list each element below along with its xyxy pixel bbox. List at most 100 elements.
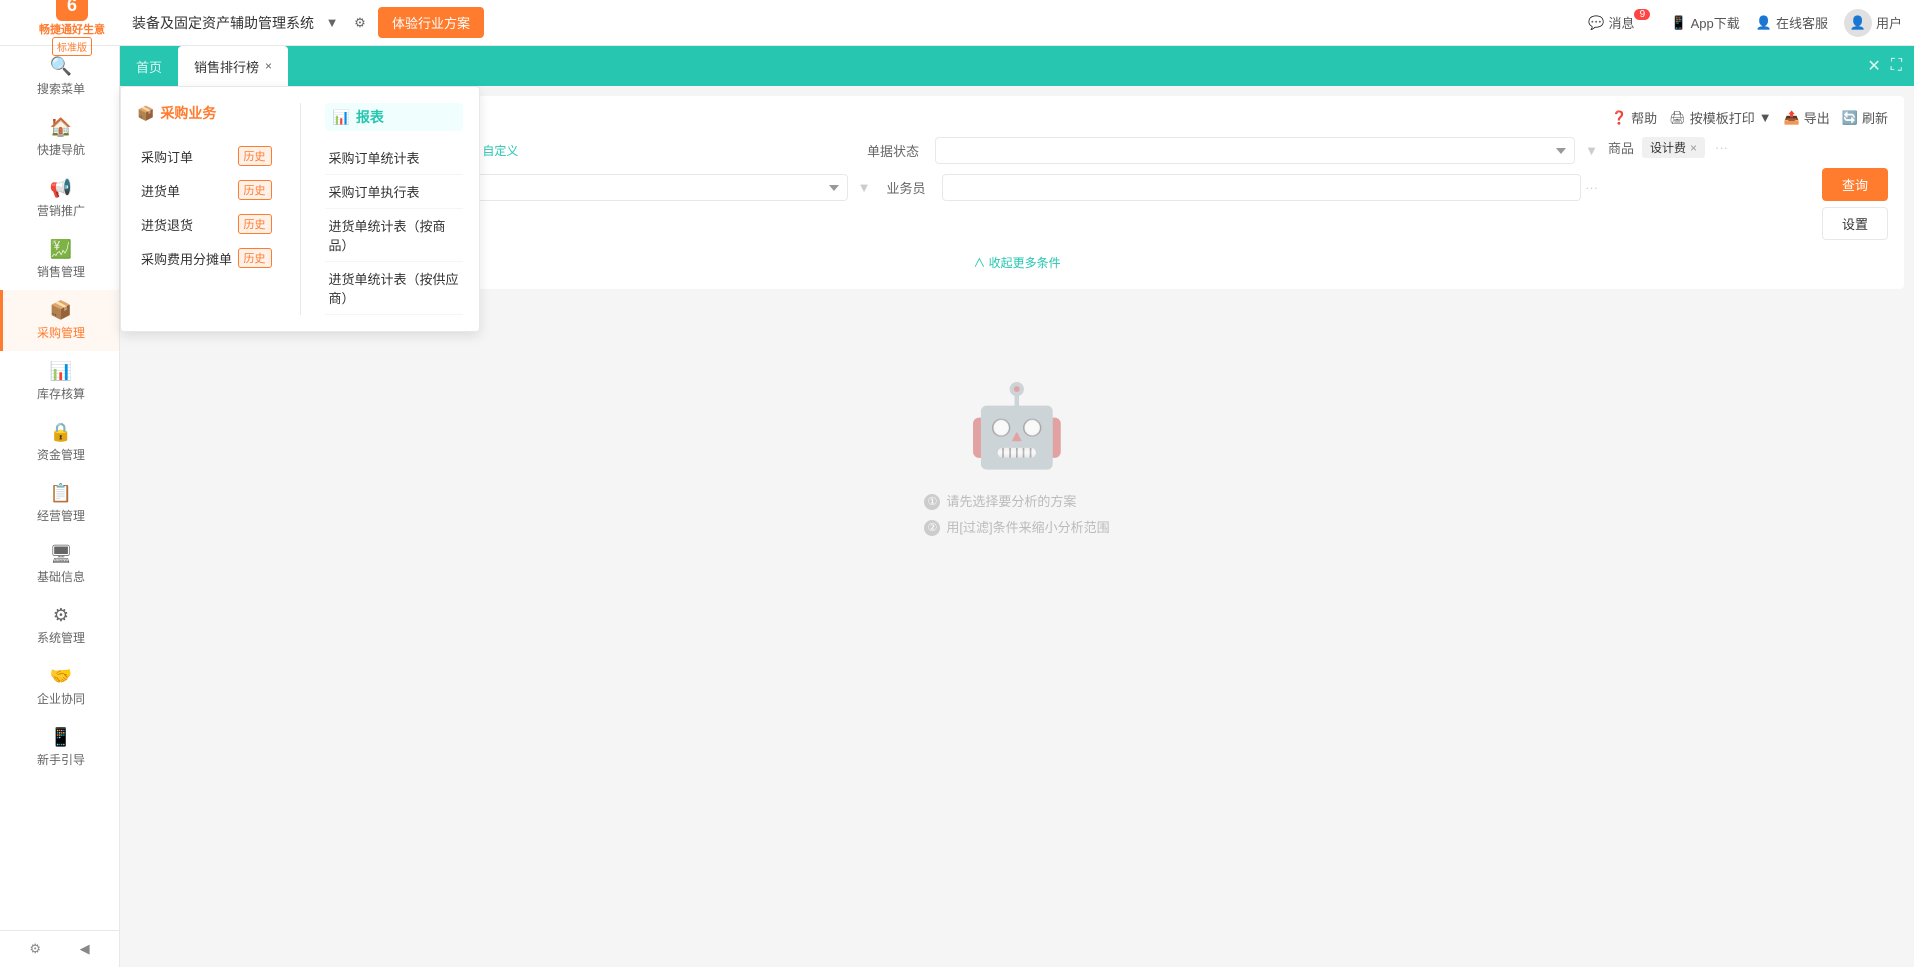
- sidebar-item-label: 搜索菜单: [37, 80, 85, 97]
- user-btn[interactable]: 👤 用户: [1844, 9, 1902, 37]
- goods-row: 商品 设计费 × ···: [1608, 137, 1822, 158]
- export-icon: 📤: [1784, 110, 1800, 126]
- doc-status-more-icon[interactable]: ▼: [1585, 143, 1598, 158]
- dropdown-arrow-icon[interactable]: ▼: [322, 13, 342, 33]
- tab-sales-rank[interactable]: 销售排行榜 ×: [178, 46, 288, 86]
- print-dropdown-icon[interactable]: ▼: [1759, 110, 1772, 125]
- doc-status-label: 单据状态: [867, 141, 919, 160]
- empty-state: 🤖 ① 请先选择要分析的方案 ② 用[过滤]条件来缩小分析范围: [130, 299, 1904, 621]
- topbar-center: 装备及固定资产辅助管理系统 ▼ ⚙ 体验行业方案: [132, 7, 1588, 38]
- sidebar-item-label: 资金管理: [37, 446, 85, 463]
- sidebar-item-label: 快捷导航: [37, 141, 85, 158]
- dropdown-divider: [300, 103, 301, 315]
- report-header-icon: 📊: [333, 109, 350, 126]
- sidebar-item-label: 基础信息: [37, 568, 85, 585]
- messages-btn[interactable]: 💬 消息 9: [1588, 13, 1654, 32]
- collapse-icon: ∧: [973, 256, 985, 270]
- sidebar-bottom: ⚙ ◀: [0, 930, 119, 967]
- sidebar-item-operations[interactable]: 📋 经营管理: [0, 473, 119, 534]
- sidebar-item-label: 采购管理: [37, 324, 85, 341]
- app-icon: 📱: [1670, 15, 1686, 31]
- sidebar-item-inventory[interactable]: 📊 库存核算: [0, 351, 119, 412]
- report-col-header: 📊 报表: [325, 103, 464, 131]
- dropdown-stock-stat-supplier[interactable]: 进货单统计表（按供应商）: [325, 262, 464, 315]
- print-btn[interactable]: 🖨 按模板打印 ▼: [1669, 108, 1771, 127]
- export-btn[interactable]: 📤 导出: [1784, 108, 1830, 127]
- goods-control: 设计费 × ···: [1642, 137, 1822, 158]
- refresh-btn[interactable]: 🔄 刷新: [1842, 108, 1888, 127]
- action-buttons: 查询 设置: [1822, 168, 1888, 240]
- refresh-icon: 🔄: [1842, 110, 1858, 126]
- tab-fullscreen-icon[interactable]: ⛶: [1891, 57, 1902, 75]
- sidebar-item-label: 营销推广: [37, 202, 85, 219]
- topbar: 6 畅捷通好生意 标准版 装备及固定资产辅助管理系统 ▼ ⚙ 体验行业方案 💬 …: [0, 0, 1914, 46]
- salesperson-more-icon[interactable]: ···: [1585, 180, 1598, 195]
- settings-btn[interactable]: 设置: [1822, 207, 1888, 240]
- sidebar-item-label: 经营管理: [37, 507, 85, 524]
- help-btn[interactable]: ❓ 帮助: [1611, 108, 1657, 127]
- doc-status-select[interactable]: [935, 137, 1575, 164]
- online-service-btn[interactable]: 👤 在线客服: [1756, 13, 1828, 32]
- tab-actions: ✕ ⛶: [1867, 56, 1914, 76]
- sidebar-item-marketing[interactable]: 📢 营销推广: [0, 168, 119, 229]
- print-icon: 🖨: [1669, 110, 1686, 126]
- history-badge-4: 历史: [238, 248, 272, 268]
- sidebar-item-system[interactable]: ⚙ 系统管理: [0, 595, 119, 656]
- inventory-icon: 📊: [50, 361, 72, 382]
- sales-icon: 💹: [50, 239, 72, 260]
- tab-bar: 首页 销售排行榜 × ✕ ⛶: [120, 46, 1914, 86]
- query-btn[interactable]: 查询: [1822, 168, 1888, 201]
- sidebar-settings-icon[interactable]: ⚙: [29, 941, 41, 957]
- dropdown-purchase-order[interactable]: 采购订单 历史: [137, 139, 276, 173]
- sidebar-item-quick-nav[interactable]: 🏠 快捷导航: [0, 107, 119, 168]
- dropdown-stock-order[interactable]: 进货单 历史: [137, 173, 276, 207]
- salesperson-input[interactable]: [942, 174, 1581, 201]
- empty-tip-1: ① 请先选择要分析的方案: [924, 489, 1109, 515]
- dropdown-purchase-fee[interactable]: 采购费用分摊单 历史: [137, 241, 276, 275]
- logo-icon: 6: [56, 0, 88, 21]
- tab-close-icon[interactable]: ×: [265, 59, 272, 73]
- goods-label: 商品: [1608, 138, 1634, 157]
- purchase-col-header: 📦 采购业务: [137, 103, 276, 129]
- dropdown-purchase-order-exec[interactable]: 采购订单执行表: [325, 175, 464, 209]
- goods-tag-close-icon[interactable]: ×: [1690, 141, 1697, 155]
- dropdown-stock-stat-goods[interactable]: 进货单统计表（按商品）: [325, 209, 464, 262]
- help-icon: ❓: [1611, 110, 1627, 126]
- system-icon: ⚙: [53, 605, 69, 626]
- sidebar-item-purchase[interactable]: 📦 采购管理: [0, 290, 119, 351]
- purchase-dropdown-menu: 📦 采购业务 采购订单 历史 进货单 历史 进货退货 历史 采购费用分摊单 历史: [120, 86, 480, 332]
- goods-tag: 设计费 ×: [1642, 137, 1705, 158]
- sidebar-item-basic[interactable]: 🖥 基础信息: [0, 534, 119, 595]
- sidebar-item-label: 库存核算: [37, 385, 85, 402]
- history-badge-2: 历史: [238, 180, 272, 200]
- dropdown-purchase-order-stat[interactable]: 采购订单统计表: [325, 141, 464, 175]
- sidebar-item-finance[interactable]: 🔒 资金管理: [0, 412, 119, 473]
- dropdown-stock-return[interactable]: 进货退货 历史: [137, 207, 276, 241]
- logo-title: 畅捷通好生意: [39, 21, 105, 37]
- sidebar-item-enterprise[interactable]: 🤝 企业协同: [0, 656, 119, 717]
- purchase-header-icon: 📦: [137, 105, 154, 122]
- purchase-icon: 📦: [50, 300, 72, 321]
- new-guide-icon: 📱: [50, 727, 72, 748]
- salesperson-label: 业务员: [887, 178, 926, 197]
- sidebar-item-new-guide[interactable]: 📱 新手引导: [0, 717, 119, 778]
- message-badge: 9: [1634, 9, 1650, 20]
- sidebar-collapse-icon[interactable]: ◀: [80, 941, 90, 957]
- dropdown-cols: 📦 采购业务 采购订单 历史 进货单 历史 进货退货 历史 采购费用分摊单 历史: [137, 103, 463, 315]
- sidebar-item-sales[interactable]: 💹 销售管理: [0, 229, 119, 290]
- salesperson-control: ···: [942, 174, 1598, 201]
- avatar: 👤: [1844, 9, 1872, 37]
- empty-tip-2: ② 用[过滤]条件来缩小分析范围: [924, 515, 1109, 541]
- enterprise-icon: 🤝: [50, 666, 72, 687]
- home-icon: 🏠: [50, 117, 72, 138]
- industry-btn[interactable]: 体验行业方案: [378, 7, 484, 38]
- basic-icon: 🖥: [50, 544, 73, 565]
- goods-more-icon[interactable]: ···: [1715, 140, 1728, 155]
- sidebar-item-label: 销售管理: [37, 263, 85, 280]
- gear-icon[interactable]: ⚙: [350, 13, 370, 33]
- app-download-btn[interactable]: 📱 App下载: [1670, 13, 1739, 32]
- rank-item-dropdown-icon[interactable]: ▼: [858, 180, 871, 195]
- tab-close-window-icon[interactable]: ✕: [1867, 56, 1880, 76]
- shortcut-custom[interactable]: 自定义: [482, 142, 518, 159]
- message-icon: 💬: [1588, 15, 1604, 31]
